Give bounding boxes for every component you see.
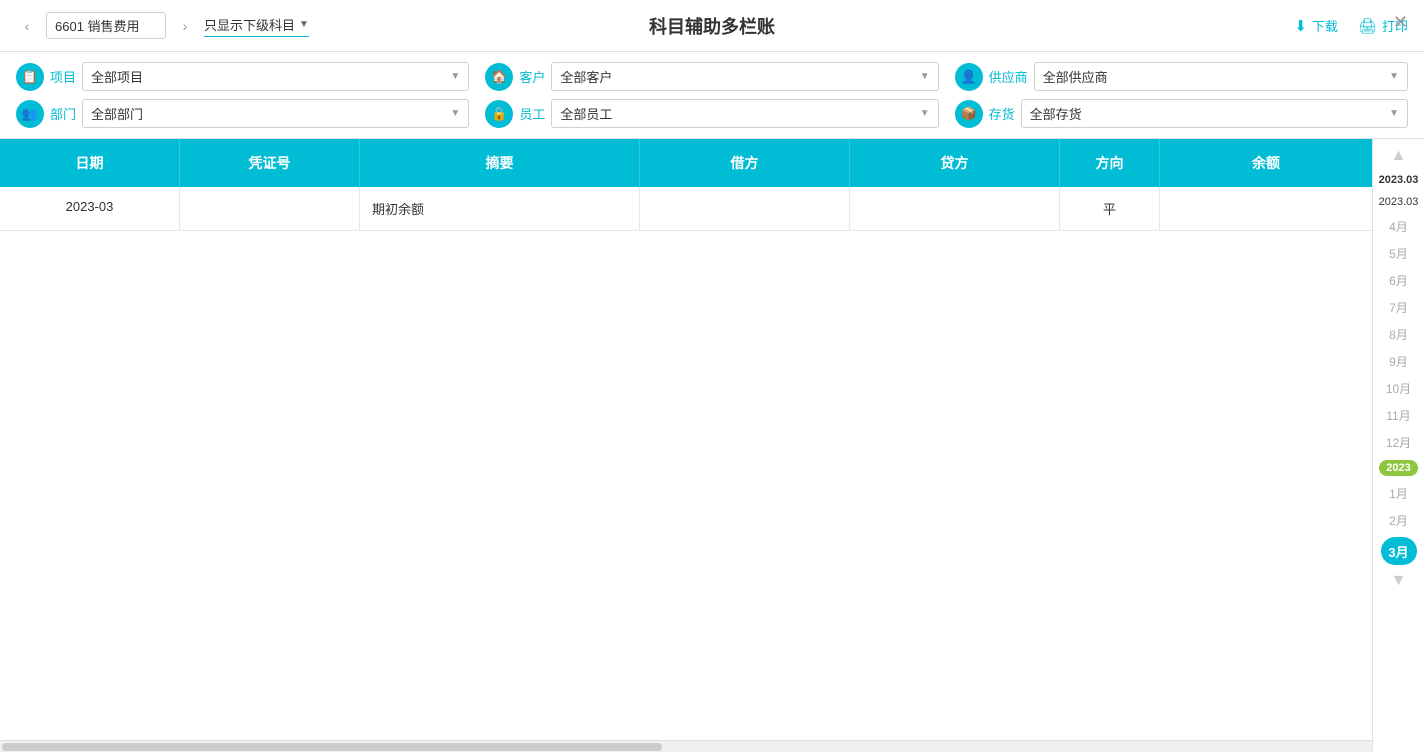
filter-supplier: 👤 供应商 全部供应商 ▼ [955, 62, 1408, 91]
timeline-month-5[interactable]: 5月 [1373, 240, 1424, 267]
dept-label: 部门 [50, 104, 76, 123]
filter-dept: 👥 部门 全部部门 ▼ [16, 99, 469, 128]
inventory-select[interactable]: 全部存货 ▼ [1021, 99, 1408, 128]
customer-label: 客户 [519, 67, 545, 86]
supplier-select[interactable]: 全部供应商 ▼ [1034, 62, 1408, 91]
timeline-month-9[interactable]: 9月 [1373, 348, 1424, 375]
page-title: 科目辅助多栏账 [649, 13, 775, 39]
timeline-month-6[interactable]: 6月 [1373, 267, 1424, 294]
col-debit: 借方 [640, 139, 850, 187]
employee-arrow: ▼ [920, 108, 930, 119]
dept-arrow: ▼ [450, 108, 460, 119]
timeline-month-8[interactable]: 8月 [1373, 321, 1424, 348]
table-row: 2023-03 期初余额 平 [0, 187, 1372, 231]
customer-value: 全部客户 [560, 67, 612, 86]
active-month-container: 3月 [1373, 534, 1424, 568]
filter-project: 📋 项目 全部项目 ▼ [16, 62, 469, 91]
table-body: 2023-03 期初余额 平 [0, 187, 1372, 740]
main-window: ‹ 6601 销售费用 › 只显示下级科目 ▼ 科目辅助多栏账 ⬇ 下载 🖨 打… [0, 0, 1424, 752]
cell-summary: 期初余额 [360, 187, 640, 230]
year-badge-2023[interactable]: 2023 [1379, 460, 1417, 476]
supplier-value: 全部供应商 [1043, 67, 1108, 86]
inventory-arrow: ▼ [1389, 108, 1399, 119]
timeline-month-11[interactable]: 11月 [1373, 402, 1424, 429]
timeline-month-10[interactable]: 10月 [1373, 375, 1424, 402]
show-sub-label: 只显示下级科目 [204, 15, 295, 34]
filter-row-2: 👥 部门 全部部门 ▼ 🔒 员工 全部员工 ▼ [16, 99, 1408, 128]
dept-value: 全部部门 [91, 104, 143, 123]
customer-select[interactable]: 全部客户 ▼ [551, 62, 938, 91]
customer-arrow: ▼ [920, 71, 930, 82]
download-button[interactable]: ⬇ 下载 [1294, 16, 1338, 35]
inventory-icon: 📦 [955, 100, 983, 128]
filter-customer: 🏠 客户 全部客户 ▼ [485, 62, 938, 91]
col-credit: 贷方 [850, 139, 1060, 187]
main-content: 日期 凭证号 摘要 借方 贷方 方向 余额 2023-03 期初余额 平 [0, 139, 1424, 752]
cell-direction: 平 [1060, 187, 1160, 230]
inventory-value: 全部存货 [1030, 104, 1082, 123]
timeline-up-button[interactable]: ▲ [1373, 143, 1424, 169]
timeline-month-1[interactable]: 1月 [1373, 480, 1424, 507]
supplier-icon: 👤 [955, 63, 983, 91]
timeline-month-4[interactable]: 4月 [1373, 213, 1424, 240]
col-balance: 余额 [1160, 139, 1372, 187]
timeline-down-button[interactable]: ▼ [1373, 568, 1424, 594]
col-direction: 方向 [1060, 139, 1160, 187]
supplier-arrow: ▼ [1389, 71, 1399, 82]
download-label: 下载 [1312, 16, 1338, 35]
filter-row-1: 📋 项目 全部项目 ▼ 🏠 客户 全部客户 ▼ [16, 62, 1408, 91]
inventory-label: 存货 [989, 104, 1015, 123]
scrollbar-thumb[interactable] [2, 743, 662, 751]
cell-date: 2023-03 [0, 187, 180, 230]
horizontal-scrollbar[interactable] [0, 740, 1372, 752]
print-icon: 🖨 [1358, 17, 1377, 35]
project-value: 全部项目 [91, 67, 143, 86]
dept-select[interactable]: 全部部门 ▼ [82, 99, 469, 128]
project-icon: 📋 [16, 63, 44, 91]
timeline-month-12[interactable]: 12月 [1373, 429, 1424, 456]
close-button[interactable]: ✕ [1393, 12, 1408, 33]
cell-credit [850, 187, 1060, 230]
employee-label: 员工 [519, 104, 545, 123]
employee-select[interactable]: 全部员工 ▼ [551, 99, 938, 128]
table-area: 日期 凭证号 摘要 借方 贷方 方向 余额 2023-03 期初余额 平 [0, 139, 1372, 752]
timeline-month-2[interactable]: 2月 [1373, 507, 1424, 534]
col-date: 日期 [0, 139, 180, 187]
project-select[interactable]: 全部项目 ▼ [82, 62, 469, 91]
project-label: 项目 [50, 67, 76, 86]
title-bar: ‹ 6601 销售费用 › 只显示下级科目 ▼ 科目辅助多栏账 ⬇ 下载 🖨 打… [0, 0, 1424, 52]
show-sub-toggle[interactable]: 只显示下级科目 ▼ [204, 15, 309, 37]
customer-icon: 🏠 [485, 63, 513, 91]
filters-panel: 📋 项目 全部项目 ▼ 🏠 客户 全部客户 ▼ [0, 52, 1424, 139]
timeline-period-1[interactable]: 2023.03 [1373, 169, 1424, 191]
filter-inventory: 📦 存货 全部存货 ▼ [955, 99, 1408, 128]
filter-employee: 🔒 员工 全部员工 ▼ [485, 99, 938, 128]
account-code: 6601 销售费用 [46, 12, 166, 39]
timeline-sidebar: ▲ 2023.03 2023.03 4月 5月 6月 7月 8月 9月 10月 … [1372, 139, 1424, 752]
cell-voucher [180, 187, 360, 230]
title-left: ‹ 6601 销售费用 › 只显示下级科目 ▼ [16, 12, 309, 39]
show-sub-arrow: ▼ [299, 19, 309, 30]
year-badge-container: 2023 [1373, 456, 1424, 480]
cell-balance [1160, 187, 1372, 230]
col-voucher: 凭证号 [180, 139, 360, 187]
download-icon: ⬇ [1294, 17, 1307, 35]
table-header: 日期 凭证号 摘要 借方 贷方 方向 余额 [0, 139, 1372, 187]
timeline-period-2[interactable]: 2023.03 [1373, 191, 1424, 213]
title-right: ⬇ 下载 🖨 打印 ✕ [1294, 16, 1408, 35]
timeline-month-3-active[interactable]: 3月 [1381, 537, 1417, 565]
cell-debit [640, 187, 850, 230]
supplier-label: 供应商 [989, 67, 1028, 86]
dept-icon: 👥 [16, 100, 44, 128]
timeline-month-7[interactable]: 7月 [1373, 294, 1424, 321]
employee-icon: 🔒 [485, 100, 513, 128]
project-arrow: ▼ [450, 71, 460, 82]
nav-next-button[interactable]: › [174, 15, 196, 37]
col-summary: 摘要 [360, 139, 640, 187]
nav-prev-button[interactable]: ‹ [16, 15, 38, 37]
employee-value: 全部员工 [560, 104, 612, 123]
